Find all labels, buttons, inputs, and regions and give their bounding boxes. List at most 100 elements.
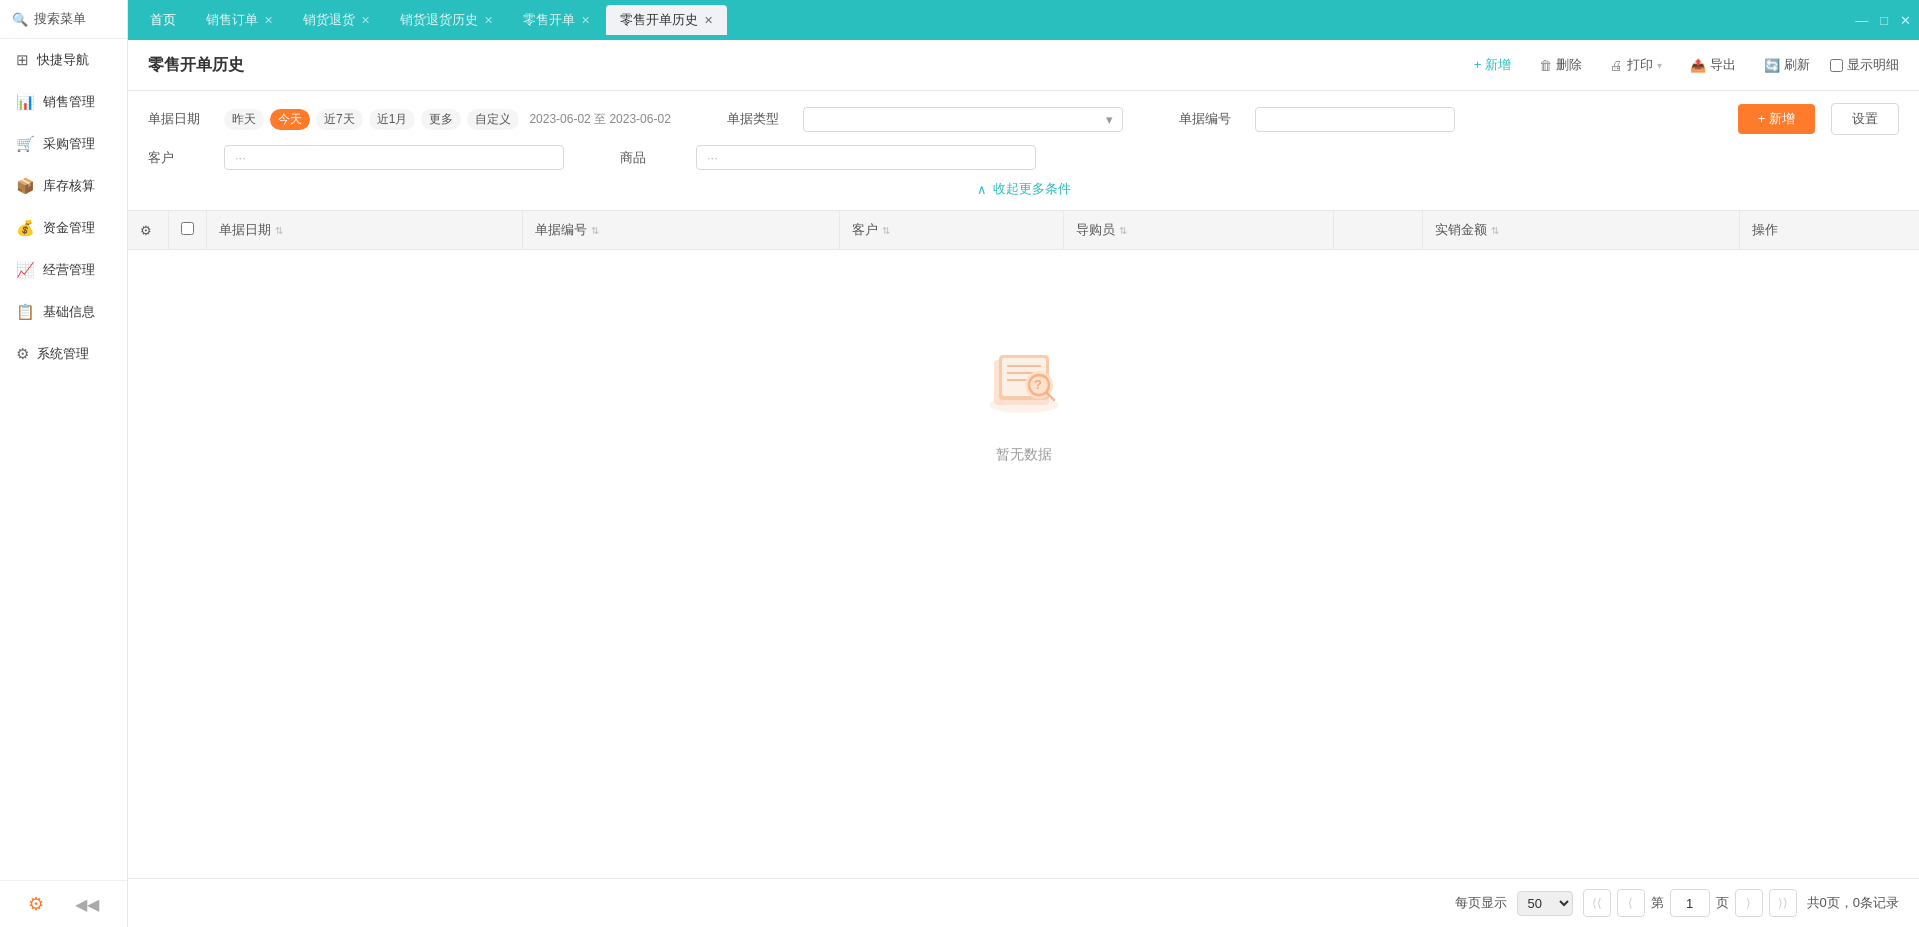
print-label: 打印	[1627, 56, 1653, 74]
th-checkbox	[168, 211, 206, 250]
page-suffix: 页	[1716, 894, 1729, 912]
tab-home[interactable]: 首页	[136, 5, 190, 35]
window-controls: — □ ✕	[1855, 13, 1911, 28]
refresh-button[interactable]: 🔄 刷新	[1756, 52, 1818, 78]
refresh-icon: 🔄	[1764, 58, 1780, 73]
sidebar-item-inventory[interactable]: 📦 库存核算	[0, 165, 127, 207]
sort-icon-guide: ⇅	[1119, 225, 1127, 236]
sidebar-search[interactable]: 🔍 搜索菜单	[0, 0, 127, 39]
page-nav: ⟨⟨ ⟨ 第 页 ⟩ ⟩⟩	[1583, 889, 1797, 917]
query-button[interactable]: + 新增	[1738, 104, 1815, 134]
tab-sales-return-history[interactable]: 销货退货历史 ✕	[386, 5, 507, 35]
column-settings-icon[interactable]: ⚙	[140, 223, 152, 238]
settings-button[interactable]: 设置	[1831, 103, 1899, 135]
inventory-icon: 📦	[16, 177, 35, 195]
sidebar-item-operation[interactable]: 📈 经营管理	[0, 249, 127, 291]
show-detail-toggle[interactable]: 显示明细	[1830, 56, 1899, 74]
type-select[interactable]	[803, 107, 1123, 132]
customer-filter-label: 客户	[148, 149, 208, 167]
select-all-checkbox[interactable]	[181, 222, 194, 235]
th-guide: 导购员 ⇅	[1063, 211, 1333, 250]
delete-icon: 🗑	[1539, 58, 1552, 73]
table-empty-row: ? 暂无数据	[128, 250, 1919, 545]
export-button[interactable]: 📤 导出	[1682, 52, 1744, 78]
prev-page-btn[interactable]: ⟨	[1617, 889, 1645, 917]
number-filter-label: 单据编号	[1179, 110, 1239, 128]
collapse-sidebar-icon[interactable]: ◀◀	[75, 895, 99, 914]
chevron-up-icon: ∧	[977, 182, 987, 197]
sidebar-item-label: 基础信息	[43, 303, 95, 321]
first-page-btn[interactable]: ⟨⟨	[1583, 889, 1611, 917]
delete-button[interactable]: 🗑 删除	[1531, 52, 1590, 78]
page-header: 零售开单历史 + 新增 🗑 删除 🖨 打印 ▾ 📤 导出	[128, 40, 1919, 91]
sidebar-item-base-info[interactable]: 📋 基础信息	[0, 291, 127, 333]
tab-sales-order[interactable]: 销售订单 ✕	[192, 5, 287, 35]
data-table: ⚙ 单据日期 ⇅ 单据编号	[128, 211, 1919, 544]
tab-sales-return[interactable]: 销货退货 ✕	[289, 5, 384, 35]
settings-bottom-icon[interactable]: ⚙	[28, 893, 44, 915]
date-range-display: 2023-06-02 至 2023-06-02	[529, 111, 670, 128]
sort-icon-date: ⇅	[275, 225, 283, 236]
tab-label: 销售订单	[206, 11, 258, 29]
refresh-label: 刷新	[1784, 56, 1810, 74]
total-info: 共0页，0条记录	[1807, 894, 1899, 912]
sort-amount[interactable]: 实销金额 ⇅	[1435, 221, 1727, 239]
tab-close-icon[interactable]: ✕	[361, 14, 370, 27]
sort-guide[interactable]: 导购员 ⇅	[1076, 221, 1321, 239]
th-action: 操作	[1739, 211, 1919, 250]
sidebar-item-quick-nav[interactable]: ⊞ 快捷导航	[0, 39, 127, 81]
table-header-row: ⚙ 单据日期 ⇅ 单据编号	[128, 211, 1919, 250]
tab-retail-open[interactable]: 零售开单 ✕	[509, 5, 604, 35]
tab-close-icon[interactable]: ✕	[704, 14, 713, 27]
tab-retail-history[interactable]: 零售开单历史 ✕	[606, 5, 727, 35]
customer-input[interactable]: ···	[224, 145, 564, 170]
date-btn-7days[interactable]: 近7天	[316, 109, 363, 130]
sidebar-item-label: 采购管理	[43, 135, 95, 153]
tab-label: 首页	[150, 11, 176, 29]
empty-text: 暂无数据	[996, 446, 1052, 464]
sidebar-item-finance[interactable]: 💰 资金管理	[0, 207, 127, 249]
finance-icon: 💰	[16, 219, 35, 237]
per-page-label: 每页显示	[1455, 894, 1507, 912]
main-content: 首页 销售订单 ✕ 销货退货 ✕ 销货退货历史 ✕ 零售开单 ✕ 零售开单历史 …	[128, 0, 1919, 927]
sort-number[interactable]: 单据编号 ⇅	[535, 221, 827, 239]
show-detail-label: 显示明细	[1847, 56, 1899, 74]
number-input[interactable]	[1255, 107, 1455, 132]
date-btn-custom[interactable]: 自定义	[467, 109, 519, 130]
tab-close-icon[interactable]: ✕	[484, 14, 493, 27]
show-detail-checkbox[interactable]	[1830, 59, 1843, 72]
pagination: 每页显示 20 50 100 200 ⟨⟨ ⟨ 第 页 ⟩ ⟩⟩ 共0页，0条记…	[128, 878, 1919, 927]
sidebar-item-label: 资金管理	[43, 219, 95, 237]
sidebar-bottom: ⚙ ◀◀	[0, 880, 127, 927]
collapse-filter-btn[interactable]: ∧ 收起更多条件	[148, 180, 1899, 198]
per-page-select[interactable]: 20 50 100 200	[1517, 891, 1573, 916]
add-button[interactable]: + 新增	[1466, 52, 1519, 78]
add-label: + 新增	[1474, 56, 1511, 74]
sidebar-item-purchase-mgmt[interactable]: 🛒 采购管理	[0, 123, 127, 165]
sidebar-item-system[interactable]: ⚙ 系统管理	[0, 333, 127, 375]
date-btn-yesterday[interactable]: 昨天	[224, 109, 264, 130]
sort-customer[interactable]: 客户 ⇅	[852, 221, 1051, 239]
svg-text:?: ?	[1034, 377, 1042, 392]
next-page-btn[interactable]: ⟩	[1735, 889, 1763, 917]
goods-input[interactable]: ···	[696, 145, 1036, 170]
date-filter-label: 单据日期	[148, 110, 208, 128]
sidebar-item-label: 经营管理	[43, 261, 95, 279]
tab-close-icon[interactable]: ✕	[264, 14, 273, 27]
sidebar-item-sales-mgmt[interactable]: 📊 销售管理	[0, 81, 127, 123]
close-btn[interactable]: ✕	[1900, 13, 1911, 28]
date-btn-today[interactable]: 今天	[270, 109, 310, 130]
current-page-input[interactable]	[1670, 889, 1710, 917]
maximize-btn[interactable]: □	[1880, 13, 1888, 28]
last-page-btn[interactable]: ⟩⟩	[1769, 889, 1797, 917]
sort-icon-customer: ⇅	[882, 225, 890, 236]
minimize-btn[interactable]: —	[1855, 13, 1868, 28]
print-button[interactable]: 🖨 打印 ▾	[1602, 52, 1670, 78]
th-customer: 客户 ⇅	[839, 211, 1063, 250]
tab-close-icon[interactable]: ✕	[581, 14, 590, 27]
date-btn-1month[interactable]: 近1月	[369, 109, 416, 130]
sort-date[interactable]: 单据日期 ⇅	[219, 221, 511, 239]
th-settings: ⚙	[128, 211, 168, 250]
sidebar: 🔍 搜索菜单 ⊞ 快捷导航 📊 销售管理 🛒 采购管理 📦 库存核算 💰 资金管…	[0, 0, 128, 927]
date-btn-more[interactable]: 更多	[421, 109, 461, 130]
